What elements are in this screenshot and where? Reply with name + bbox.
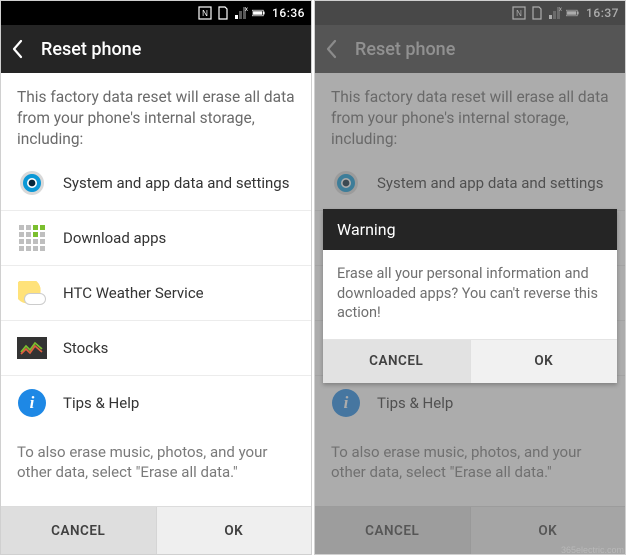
action-bar: Reset phone: [315, 25, 625, 73]
svg-text:x: x: [559, 6, 562, 13]
intro-text: This factory data reset will erase all d…: [1, 73, 311, 150]
button-bar: CANCEL OK: [1, 506, 311, 554]
dialog-body: Erase all your personal information and …: [323, 250, 617, 339]
back-icon[interactable]: [11, 37, 27, 61]
stocks-icon: [17, 333, 47, 363]
clock-text: 16:37: [586, 6, 619, 20]
svg-text:x: x: [245, 6, 248, 13]
back-icon[interactable]: [325, 37, 341, 61]
page-title: Reset phone: [41, 39, 141, 60]
weather-icon: [17, 278, 47, 308]
dialog-title: Warning: [323, 209, 617, 250]
list-item-label: Tips & Help: [63, 394, 139, 412]
dialog-ok-button[interactable]: OK: [470, 340, 618, 383]
svg-text:N: N: [202, 9, 208, 18]
action-bar: Reset phone: [1, 25, 311, 73]
sim-icon: [216, 6, 230, 20]
watermark-text: 365electric.com: [561, 545, 624, 555]
list-item: Download apps: [1, 211, 311, 266]
nfc-icon: N: [198, 6, 212, 20]
list-item-label: Tips & Help: [377, 394, 453, 412]
list-item-label: System and app data and settings: [63, 174, 289, 192]
clock-text: 16:36: [272, 6, 305, 20]
list-item: Stocks: [1, 321, 311, 376]
warning-dialog: Warning Erase all your personal informat…: [323, 209, 617, 383]
list-item-label: Stocks: [63, 339, 108, 357]
system-settings-icon: [17, 168, 47, 198]
list-item: System and app data and settings: [1, 156, 311, 211]
reset-items-list: System and app data and settings Downloa…: [1, 156, 311, 430]
svg-text:N: N: [516, 9, 522, 18]
list-item: HTC Weather Service: [1, 266, 311, 321]
page-title: Reset phone: [355, 39, 455, 60]
list-item: i Tips & Help: [315, 376, 625, 430]
cancel-button[interactable]: CANCEL: [315, 507, 470, 554]
signal-icon: x: [234, 6, 248, 20]
cancel-button[interactable]: CANCEL: [1, 507, 156, 554]
footer-text: To also erase music, photos, and your ot…: [1, 430, 311, 483]
ok-button[interactable]: OK: [156, 507, 312, 554]
footer-text: To also erase music, photos, and your ot…: [315, 430, 625, 483]
intro-text: This factory data reset will erase all d…: [315, 73, 625, 150]
battery-icon: [252, 6, 266, 20]
status-bar: N x 16:37: [315, 1, 625, 25]
dialog-button-bar: CANCEL OK: [323, 339, 617, 383]
list-item-label: HTC Weather Service: [63, 284, 204, 302]
info-icon: i: [331, 388, 361, 418]
sim-icon: [530, 6, 544, 20]
dialog-cancel-button[interactable]: CANCEL: [323, 340, 470, 383]
list-item-label: System and app data and settings: [377, 174, 603, 192]
phone-screen-left: N x 16:36 Reset phone This factory data …: [0, 0, 312, 555]
signal-icon: x: [548, 6, 562, 20]
list-item: i Tips & Help: [1, 376, 311, 430]
nfc-icon: N: [512, 6, 526, 20]
apps-grid-icon: [17, 223, 47, 253]
status-bar: N x 16:36: [1, 1, 311, 25]
list-item-label: Download apps: [63, 229, 166, 247]
list-item: System and app data and settings: [315, 156, 625, 211]
system-settings-icon: [331, 168, 361, 198]
battery-icon: [566, 6, 580, 20]
info-icon: i: [17, 388, 47, 418]
phone-screen-right: N x 16:37 Reset phone This factory data …: [314, 0, 626, 555]
